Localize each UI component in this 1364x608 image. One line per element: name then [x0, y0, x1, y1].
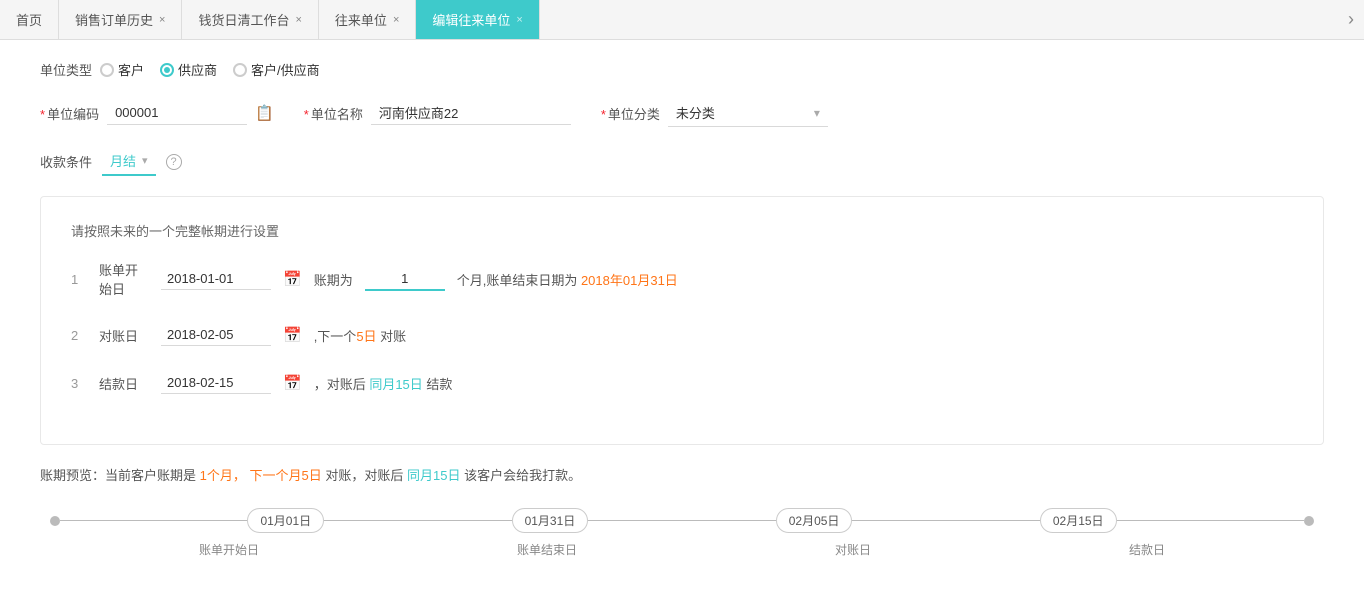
tab-close-cash-work[interactable]: ×	[295, 14, 301, 26]
timeline-pill-3: 02月05日	[776, 508, 853, 533]
tabs-bar: 首页 销售订单历史 × 钱货日清工作台 × 往来单位 × 编辑往来单位 × ›	[0, 0, 1364, 40]
unit-category-group: *单位分类 未分类 ▾	[601, 99, 828, 127]
unit-name-label: *单位名称	[304, 104, 363, 123]
timeline-label-2: 账单结束日	[517, 541, 577, 558]
timeline-label-1: 账单开始日	[199, 541, 259, 558]
unit-code-input[interactable]	[107, 101, 247, 125]
radio-both[interactable]: 客户/供应商	[233, 60, 320, 79]
timeline-end-dot	[1304, 516, 1314, 526]
row2-suffix: ,下一个5日 对账	[314, 326, 406, 345]
tab-more-button[interactable]: ›	[1338, 0, 1364, 39]
period-row-3: 3 结款日 📅 ，对账后 同月15日 结款	[71, 372, 1293, 394]
timeline-seg-4	[852, 520, 1039, 521]
radio-circle-supplier	[160, 63, 174, 77]
main-content: 单位类型 客户 供应商 客户/供应商 *单位编码	[0, 40, 1364, 608]
unit-code-group: *单位编码 📋	[40, 101, 274, 125]
timeline-seg-5	[1117, 520, 1304, 521]
unit-name-group: *单位名称	[304, 101, 571, 125]
row3-calendar-icon[interactable]: 📅	[283, 374, 302, 392]
timeline-seg-2	[324, 520, 511, 521]
period-box: 请按照未来的一个完整帐期进行设置 1 账单开始日 📅 账期为 个月,账单结束日期…	[40, 196, 1324, 445]
radio-customer[interactable]: 客户	[100, 60, 144, 79]
row1-type: 账单开始日	[99, 260, 149, 298]
tab-home[interactable]: 首页	[0, 0, 59, 39]
tab-close-partner[interactable]: ×	[393, 14, 399, 26]
period-row-2: 2 对账日 📅 ,下一个5日 对账	[71, 324, 1293, 346]
unit-category-select[interactable]: 未分类 ▾	[668, 99, 828, 127]
copy-icon[interactable]: 📋	[255, 104, 274, 122]
row3-date-input[interactable]	[161, 372, 271, 394]
timeline-pill-1: 01月01日	[247, 508, 324, 533]
unit-category-label: *单位分类	[601, 104, 660, 123]
timeline-seg-3	[588, 520, 775, 521]
row3-suffix: ，对账后 同月15日 结款	[314, 374, 453, 393]
row1-date-input[interactable]	[161, 268, 271, 290]
timeline-node-2: 01月31日	[512, 508, 589, 533]
unit-type-label: 单位类型	[40, 60, 92, 79]
category-dropdown-icon: ▾	[814, 106, 820, 120]
unit-name-input[interactable]	[371, 101, 571, 125]
tab-close-sales-history[interactable]: ×	[159, 14, 165, 26]
payment-condition-label: 收款条件	[40, 152, 92, 171]
timeline-pill-4: 02月15日	[1040, 508, 1117, 533]
radio-circle-customer	[100, 63, 114, 77]
row2-type: 对账日	[99, 326, 149, 345]
payment-condition-row: 收款条件 月结 ▾ ?	[40, 147, 1324, 176]
timeline-pill-2: 01月31日	[512, 508, 589, 533]
timeline-seg-1	[60, 520, 247, 521]
timeline-node-3: 02月05日	[776, 508, 853, 533]
unit-type-group: 单位类型 客户 供应商 客户/供应商	[40, 60, 320, 79]
row1-suffix-after: 个月,账单结束日期为 2018年01月31日	[457, 270, 678, 289]
row1-suffix-before: 账期为	[314, 270, 353, 289]
radio-group: 客户 供应商 客户/供应商	[100, 60, 320, 79]
preview-text: 账期预览：当前客户账期是 1个月， 下一个月5日 对账，对账后 同月15日 该客…	[40, 465, 1324, 484]
row2-date-input[interactable]	[161, 324, 271, 346]
row1-period-input[interactable]	[365, 268, 445, 291]
period-row-1: 1 账单开始日 📅 账期为 个月,账单结束日期为 2018年01月31日	[71, 260, 1293, 298]
timeline-node-4: 02月15日	[1040, 508, 1117, 533]
unit-info-row: *单位编码 📋 *单位名称 *单位分类 未分类 ▾	[40, 99, 1324, 127]
payment-condition-group: 收款条件 月结 ▾ ?	[40, 147, 182, 176]
radio-supplier[interactable]: 供应商	[160, 60, 217, 79]
period-box-title: 请按照未来的一个完整帐期进行设置	[71, 221, 1293, 240]
timeline-container: 01月01日 01月31日 02月05日 02月15日 账单开始日 账单结束日 …	[40, 508, 1324, 558]
unit-type-row: 单位类型 客户 供应商 客户/供应商	[40, 60, 1324, 79]
timeline-node-1: 01月01日	[247, 508, 324, 533]
timeline-start-dot	[50, 516, 60, 526]
payment-dropdown-icon: ▾	[142, 154, 148, 167]
row1-calendar-icon[interactable]: 📅	[283, 270, 302, 288]
row3-type: 结款日	[99, 374, 149, 393]
timeline-label-3: 对账日	[835, 541, 871, 558]
timeline-label-4: 结款日	[1129, 541, 1165, 558]
tab-edit-partner[interactable]: 编辑往来单位 ×	[416, 0, 539, 39]
payment-condition-select[interactable]: 月结 ▾	[102, 147, 156, 176]
unit-code-label: *单位编码	[40, 104, 99, 123]
tab-close-edit-partner[interactable]: ×	[516, 14, 522, 26]
row2-calendar-icon[interactable]: 📅	[283, 326, 302, 344]
timeline-track: 01月01日 01月31日 02月05日 02月15日	[50, 508, 1314, 533]
help-icon[interactable]: ?	[166, 154, 182, 170]
tab-cash-work[interactable]: 钱货日清工作台 ×	[182, 0, 318, 39]
radio-circle-both	[233, 63, 247, 77]
tab-sales-history[interactable]: 销售订单历史 ×	[59, 0, 182, 39]
tab-partner[interactable]: 往来单位 ×	[319, 0, 416, 39]
